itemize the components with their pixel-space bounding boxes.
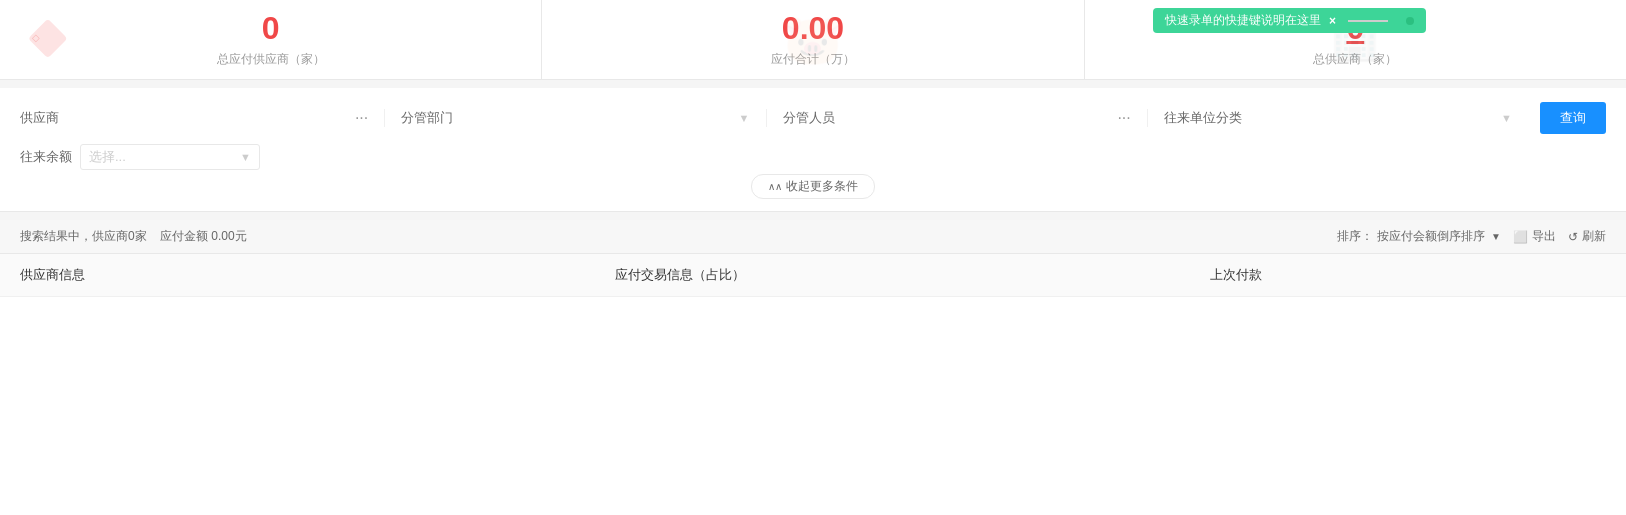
- supplier-field: 供应商 ···: [20, 109, 385, 127]
- page-container: ◇ 0 总应付供应商（家） 🐷 0.00 应付合计（万） 快速录单的快捷键说明在…: [0, 0, 1626, 515]
- stat1-content: 0 总应付供应商（家）: [217, 11, 325, 67]
- shortcut-tooltip: 快速录单的快捷键说明在这里 ×: [1153, 8, 1426, 33]
- collapse-button[interactable]: ∧∧ 收起更多条件: [751, 174, 875, 199]
- person-dots-btn[interactable]: ···: [1117, 109, 1130, 127]
- person-input[interactable]: [843, 111, 1114, 126]
- supplier-input[interactable]: [67, 111, 351, 126]
- collapse-row: ∧∧ 收起更多条件: [20, 170, 1606, 201]
- result-count-text: 搜索结果中，供应商0家: [20, 229, 147, 243]
- stat1-number: 0: [262, 11, 280, 46]
- export-button[interactable]: ⬜ 导出: [1513, 228, 1556, 245]
- stat-total-amount: 🐷 0.00 应付合计（万）: [542, 0, 1084, 79]
- department-label: 分管部门: [401, 109, 453, 127]
- svg-text:◇: ◇: [32, 31, 40, 42]
- table-area: 供应商信息 应付交易信息（占比） 上次付款: [0, 254, 1626, 515]
- col-supplier-header: 供应商信息: [20, 266, 615, 284]
- search-area: 供应商 ··· 分管部门 ▼ 分管人员 ··· 往来单位分类 ▼: [0, 88, 1626, 212]
- unit-class-chevron-icon: ▼: [1501, 112, 1512, 124]
- col-transaction-header: 应付交易信息（占比）: [615, 266, 1210, 284]
- top-stats-bar: ◇ 0 总应付供应商（家） 🐷 0.00 应付合计（万） 快速录单的快捷键说明在…: [0, 0, 1626, 80]
- supplier-label: 供应商: [20, 109, 59, 127]
- export-icon: ⬜: [1513, 230, 1528, 244]
- person-label: 分管人员: [783, 109, 835, 127]
- search-row-2: 往来余额 选择... ▼: [20, 144, 1606, 170]
- export-label: 导出: [1532, 228, 1556, 245]
- department-field[interactable]: 分管部门 ▼: [385, 109, 766, 127]
- unit-class-label: 往来单位分类: [1164, 109, 1242, 127]
- stat1-label: 总应付供应商（家）: [217, 51, 325, 68]
- result-bar: 搜索结果中，供应商0家 应付金额 0.00元 排序： 按应付会额倒序排序 ▼ ⬜…: [0, 220, 1626, 254]
- amount-chevron-icon: ▼: [240, 151, 251, 163]
- table-body: [0, 297, 1626, 515]
- department-chevron-icon: ▼: [739, 112, 750, 124]
- supplier-dots-btn[interactable]: ···: [355, 109, 368, 127]
- tooltip-close-btn[interactable]: ×: [1329, 14, 1336, 28]
- refresh-icon: ↺: [1568, 230, 1578, 244]
- sort-selector[interactable]: 排序： 按应付会额倒序排序 ▼: [1337, 228, 1501, 245]
- col-lastpay-header: 上次付款: [1210, 266, 1607, 284]
- collapse-up-icon: ∧∧: [768, 181, 782, 192]
- result-amount-text: 应付金额 0.00元: [160, 229, 247, 243]
- sort-option-text: 按应付会额倒序排序: [1377, 228, 1485, 245]
- table-header: 供应商信息 应付交易信息（占比） 上次付款: [0, 254, 1626, 297]
- refresh-label: 刷新: [1582, 228, 1606, 245]
- amount-select[interactable]: 选择... ▼: [80, 144, 260, 170]
- stat-total-ap-suppliers: ◇ 0 总应付供应商（家）: [0, 0, 542, 79]
- person-field: 分管人员 ···: [767, 109, 1148, 127]
- sort-chevron-icon: ▼: [1491, 231, 1501, 242]
- diamond-icon: ◇: [24, 14, 72, 65]
- tooltip-text: 快速录单的快捷键说明在这里: [1165, 12, 1321, 29]
- query-button[interactable]: 查询: [1540, 102, 1606, 134]
- search-row-1: 供应商 ··· 分管部门 ▼ 分管人员 ··· 往来单位分类 ▼: [20, 102, 1606, 134]
- amount-label: 往来余额: [20, 148, 72, 166]
- refresh-button[interactable]: ↺ 刷新: [1568, 228, 1606, 245]
- tooltip-indicator: [1406, 17, 1414, 25]
- piggy-icon: 🐷: [783, 12, 843, 68]
- stat-all-suppliers: 快速录单的快捷键说明在这里 × 🏢 0 总供应商（家）: [1085, 0, 1626, 79]
- amount-field: 往来余额 选择... ▼: [20, 144, 260, 170]
- collapse-label: 收起更多条件: [786, 178, 858, 195]
- sort-label: 排序：: [1337, 228, 1373, 245]
- amount-placeholder: 选择...: [89, 148, 240, 166]
- result-actions: 排序： 按应付会额倒序排序 ▼ ⬜ 导出 ↺ 刷新: [1337, 228, 1606, 245]
- result-info: 搜索结果中，供应商0家 应付金额 0.00元: [20, 228, 247, 245]
- unit-class-field[interactable]: 往来单位分类 ▼: [1148, 109, 1528, 127]
